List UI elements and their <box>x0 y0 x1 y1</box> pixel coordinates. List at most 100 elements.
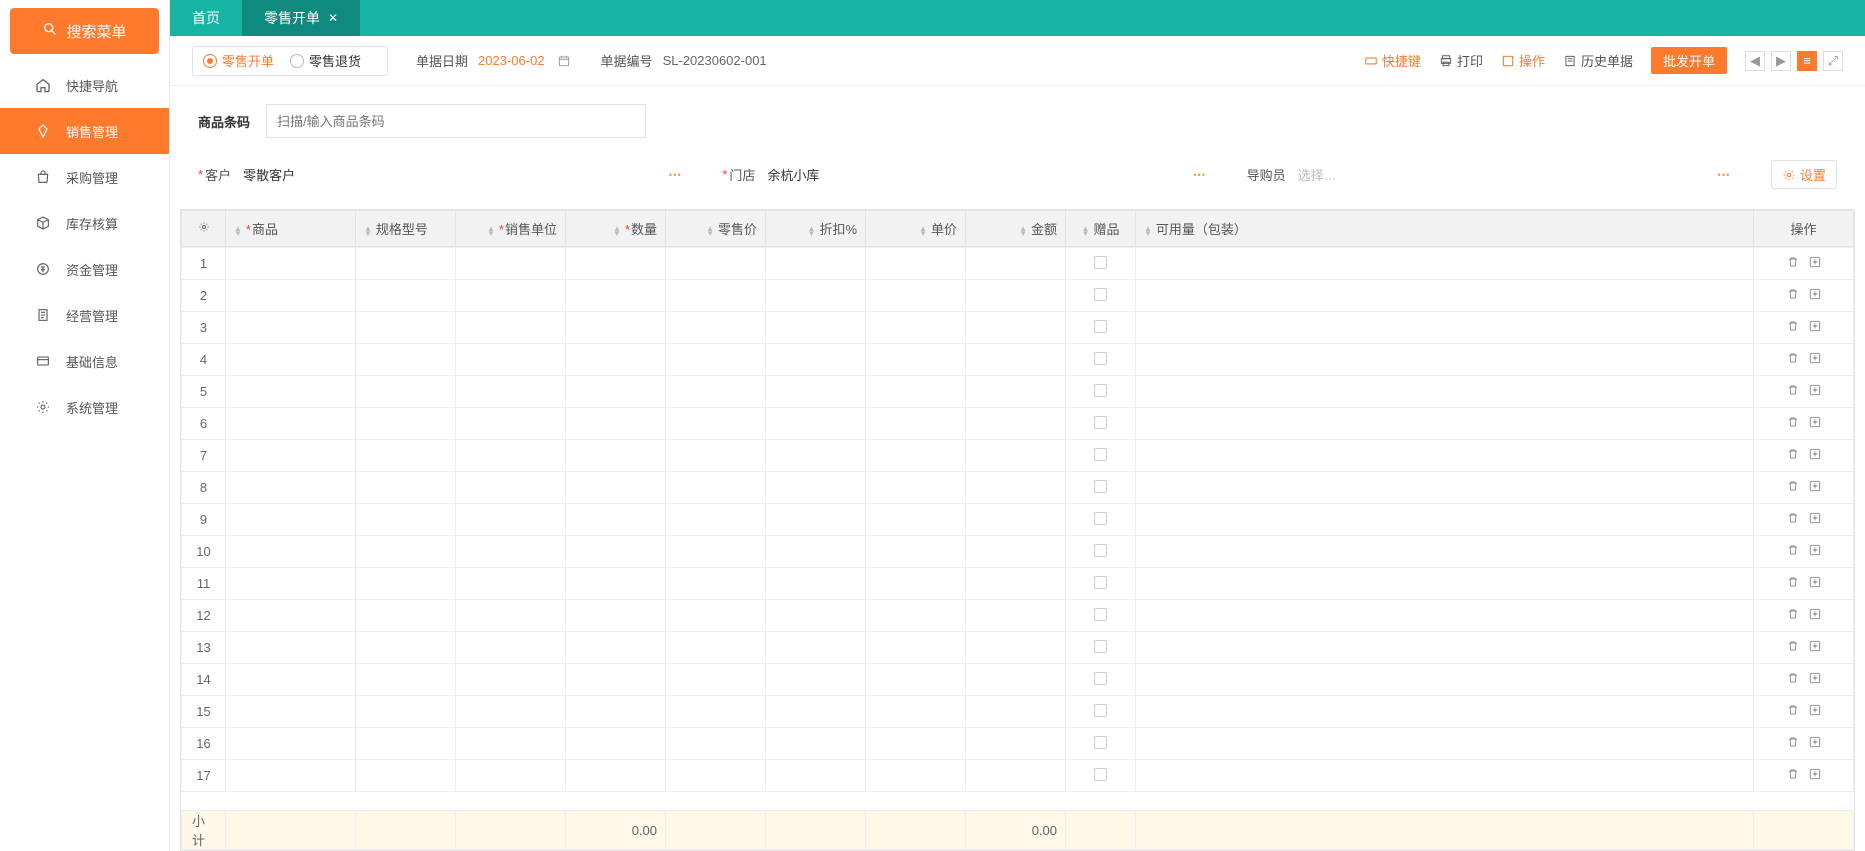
table-row[interactable]: 16 <box>182 728 1854 760</box>
cell-spec[interactable] <box>356 280 456 312</box>
cell-spec[interactable] <box>356 568 456 600</box>
store-field[interactable]: * 门店 余杭小库 ⋯ <box>722 160 1246 189</box>
cell-spec[interactable] <box>356 696 456 728</box>
col-price[interactable]: ▲▼单价 <box>866 211 966 247</box>
cell-spec[interactable] <box>356 408 456 440</box>
cell-price[interactable] <box>866 472 966 504</box>
cell-amount[interactable] <box>966 280 1066 312</box>
table-row[interactable]: 9 <box>182 504 1854 536</box>
gift-checkbox[interactable] <box>1094 736 1107 749</box>
cell-qty[interactable] <box>566 568 666 600</box>
nav-system[interactable]: 系统管理 <box>0 384 169 430</box>
gift-checkbox[interactable] <box>1094 256 1107 269</box>
cell-spec[interactable] <box>356 504 456 536</box>
delete-icon[interactable] <box>1786 479 1800 493</box>
col-retail[interactable]: ▲▼零售价 <box>666 211 766 247</box>
batch-order-button[interactable]: 批发开单 <box>1651 47 1727 74</box>
cell-qty[interactable] <box>566 408 666 440</box>
add-icon[interactable] <box>1808 671 1822 685</box>
table-row[interactable]: 11 <box>182 568 1854 600</box>
cell-unit[interactable] <box>456 664 566 696</box>
cell-gift[interactable] <box>1066 376 1136 408</box>
cell-retail[interactable] <box>666 440 766 472</box>
cell-amount[interactable] <box>966 440 1066 472</box>
cell-retail[interactable] <box>666 344 766 376</box>
cell-product[interactable] <box>226 536 356 568</box>
cell-spec[interactable] <box>356 376 456 408</box>
delete-icon[interactable] <box>1786 415 1800 429</box>
gift-checkbox[interactable] <box>1094 544 1107 557</box>
more-icon[interactable]: ⋯ <box>1193 167 1207 183</box>
cell-spec[interactable] <box>356 760 456 792</box>
cell-product[interactable] <box>226 600 356 632</box>
cell-product[interactable] <box>226 760 356 792</box>
cell-discount[interactable] <box>766 760 866 792</box>
cell-discount[interactable] <box>766 440 866 472</box>
add-icon[interactable] <box>1808 767 1822 781</box>
prev-icon[interactable]: ◀ <box>1745 51 1765 71</box>
gift-checkbox[interactable] <box>1094 480 1107 493</box>
cell-qty[interactable] <box>566 536 666 568</box>
table-row[interactable]: 3 <box>182 312 1854 344</box>
cell-retail[interactable] <box>666 600 766 632</box>
cell-spec[interactable] <box>356 632 456 664</box>
cell-product[interactable] <box>226 248 356 280</box>
cell-amount[interactable] <box>966 760 1066 792</box>
cell-product[interactable] <box>226 472 356 504</box>
delete-icon[interactable] <box>1786 287 1800 301</box>
nav-sales[interactable]: 销售管理 <box>0 108 169 154</box>
cell-discount[interactable] <box>766 728 866 760</box>
cell-qty[interactable] <box>566 344 666 376</box>
delete-icon[interactable] <box>1786 511 1800 525</box>
nav-purchase[interactable]: 采购管理 <box>0 154 169 200</box>
cell-discount[interactable] <box>766 408 866 440</box>
table-row[interactable]: 2 <box>182 280 1854 312</box>
print-link[interactable]: 打印 <box>1439 51 1483 70</box>
cell-price[interactable] <box>866 600 966 632</box>
cell-amount[interactable] <box>966 664 1066 696</box>
operate-link[interactable]: 操作 <box>1501 51 1545 70</box>
table-row[interactable]: 6 <box>182 408 1854 440</box>
add-icon[interactable] <box>1808 735 1822 749</box>
cell-price[interactable] <box>866 568 966 600</box>
cell-price[interactable] <box>866 760 966 792</box>
delete-icon[interactable] <box>1786 639 1800 653</box>
cell-unit[interactable] <box>456 248 566 280</box>
cell-product[interactable] <box>226 696 356 728</box>
cell-qty[interactable] <box>566 376 666 408</box>
add-icon[interactable] <box>1808 383 1822 397</box>
date-value[interactable]: 2023-06-02 <box>478 53 545 68</box>
cell-discount[interactable] <box>766 632 866 664</box>
cell-qty[interactable] <box>566 600 666 632</box>
cell-retail[interactable] <box>666 728 766 760</box>
cell-amount[interactable] <box>966 312 1066 344</box>
tab-retail[interactable]: 零售开单 ✕ <box>242 0 360 36</box>
cell-price[interactable] <box>866 664 966 696</box>
cell-gift[interactable] <box>1066 728 1136 760</box>
cell-spec[interactable] <box>356 440 456 472</box>
cell-unit[interactable] <box>456 568 566 600</box>
cell-discount[interactable] <box>766 248 866 280</box>
cell-price[interactable] <box>866 376 966 408</box>
table-row[interactable]: 17 <box>182 760 1854 792</box>
cell-product[interactable] <box>226 376 356 408</box>
table-row[interactable]: 14 <box>182 664 1854 696</box>
cell-spec[interactable] <box>356 472 456 504</box>
cell-unit[interactable] <box>456 760 566 792</box>
gift-checkbox[interactable] <box>1094 704 1107 717</box>
delete-icon[interactable] <box>1786 383 1800 397</box>
cell-product[interactable] <box>226 408 356 440</box>
cell-amount[interactable] <box>966 472 1066 504</box>
gift-checkbox[interactable] <box>1094 768 1107 781</box>
cell-retail[interactable] <box>666 312 766 344</box>
cell-amount[interactable] <box>966 408 1066 440</box>
expand-icon[interactable]: ⤢ <box>1823 51 1843 71</box>
add-icon[interactable] <box>1808 287 1822 301</box>
add-icon[interactable] <box>1808 703 1822 717</box>
cell-amount[interactable] <box>966 376 1066 408</box>
cell-unit[interactable] <box>456 472 566 504</box>
tab-home[interactable]: 首页 <box>170 0 242 36</box>
col-spec[interactable]: ▲▼规格型号 <box>356 211 456 247</box>
cell-price[interactable] <box>866 312 966 344</box>
cell-amount[interactable] <box>966 696 1066 728</box>
